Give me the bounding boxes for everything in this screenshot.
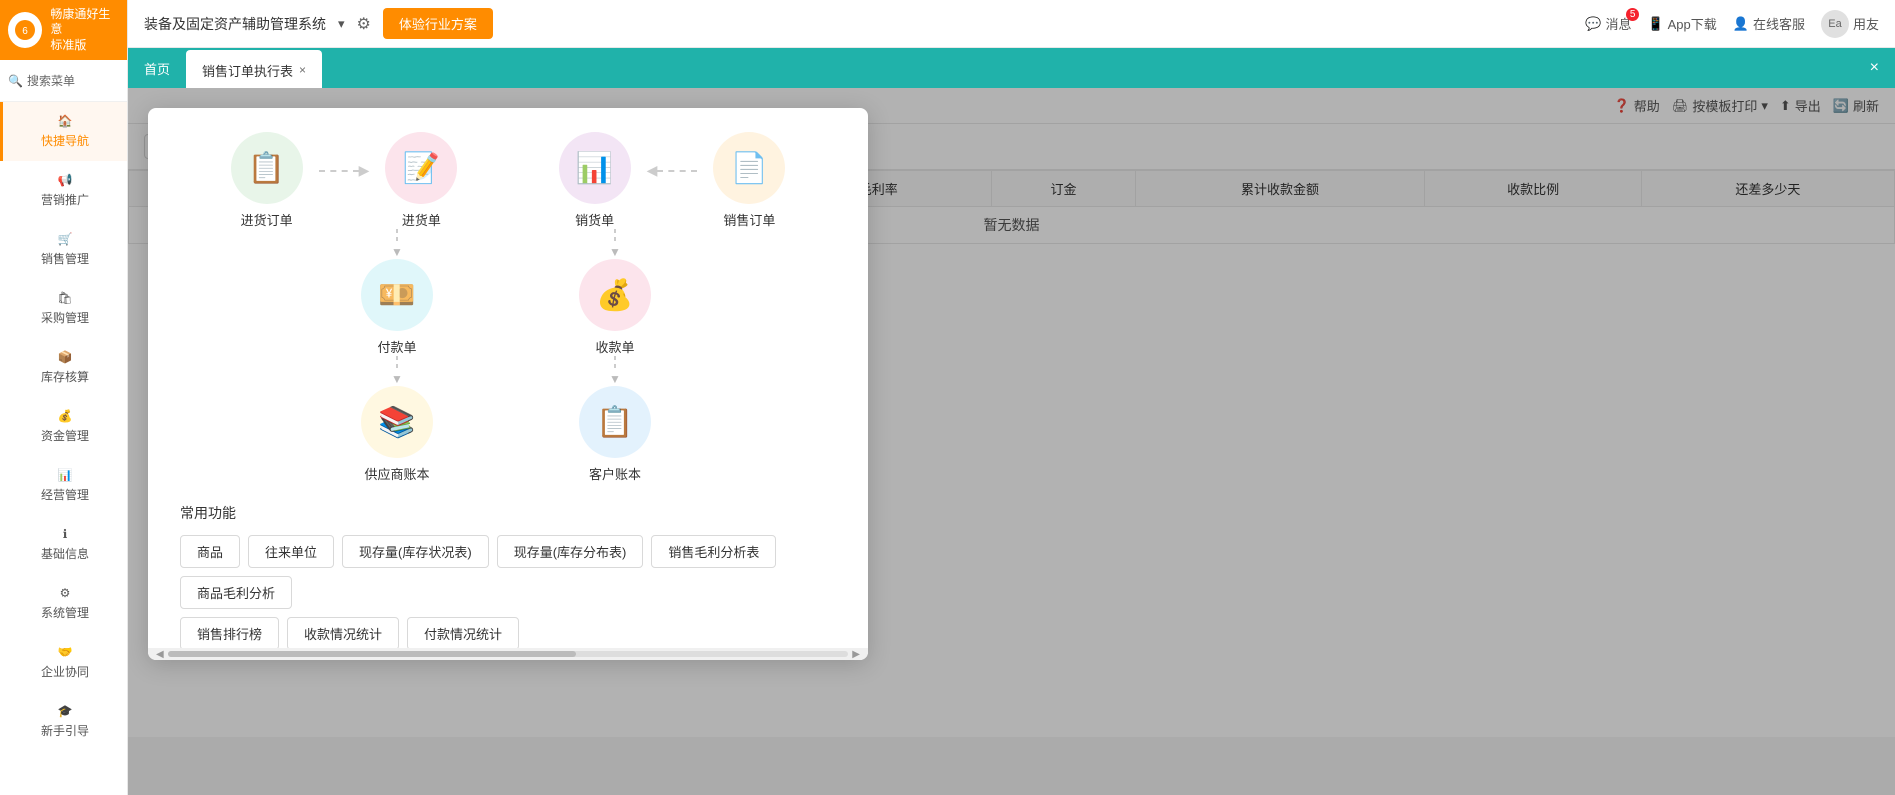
message-icon: 💬	[1585, 16, 1601, 32]
home-icon: 🏠	[58, 114, 73, 128]
func-btn-product-gross[interactable]: 商品毛利分析	[180, 576, 292, 609]
system-title: 装备及固定资产辅助管理系统	[144, 14, 326, 34]
receipt-label: 收款单	[595, 337, 634, 356]
system-dropdown[interactable]: ▾	[338, 16, 345, 32]
common-functions: 常用功能 商品 往来单位 现存量(库存状况表) 现存量(库存分布表) 销售毛利分…	[180, 503, 836, 648]
gear-button[interactable]: ⚙	[357, 14, 371, 34]
sidebar-search[interactable]: 🔍 搜索菜单	[0, 60, 127, 102]
system-icon: ⚙	[60, 586, 71, 600]
user-avatar-btn[interactable]: Ea 用友	[1821, 10, 1879, 38]
scrollbar-thumb[interactable]	[168, 651, 576, 657]
modal-overlay[interactable]: 📋 进货订单 ▶	[128, 88, 1895, 795]
tab-bar: 首页 销售订单执行表 × ×	[128, 48, 1895, 88]
payment-icon: 💴	[378, 278, 415, 313]
dropdown-icon: ▾	[338, 16, 345, 32]
top-header: 装备及固定资产辅助管理系统 ▾ ⚙ 体验行业方案 💬 消息 5 📱 App下载 …	[128, 0, 1895, 48]
flow-item-sales-order[interactable]: 📄 销售订单	[713, 132, 785, 229]
sidebar-nav: 🏠 快捷导航 📢 营销推广 🛒 销售管理 🛍 采购管理 📦 库存核算 💰	[0, 102, 127, 795]
sidebar-item-quick-nav[interactable]: 🏠 快捷导航	[0, 102, 127, 161]
content-area: ❓ 帮助 🖨 按模板打印 ▾ ⬆ 导出 🔄 刷新	[128, 88, 1895, 795]
purchase-receipt-icon: 📝	[403, 151, 440, 186]
customer-ledger-label: 客户账本	[589, 464, 641, 483]
func-btn-stock-dist[interactable]: 现存量(库存分布表)	[497, 535, 644, 568]
service-icon: 👤	[1733, 16, 1749, 32]
purchase-receipt-label: 进货单	[402, 210, 441, 229]
sidebar-item-purchase[interactable]: 🛍 采购管理	[0, 279, 127, 338]
func-btn-stock-status[interactable]: 现存量(库存状况表)	[342, 535, 489, 568]
box-icon: 📦	[58, 350, 73, 364]
flow-item-sales-receipt[interactable]: 📊 销货单	[559, 132, 631, 229]
sidebar-item-sales[interactable]: 🛒 销售管理	[0, 220, 127, 279]
sidebar: 6 畅康通好生意 标准版 🔍 搜索菜单 🏠 快捷导航 📢 营销推广 �	[0, 0, 128, 795]
receipt-icon: 💰	[596, 278, 633, 313]
tab-close-icon[interactable]: ×	[299, 63, 306, 77]
tab-sales-order[interactable]: 销售订单执行表 ×	[186, 50, 322, 90]
func-btn-receipt-stats[interactable]: 收款情况统计	[287, 617, 399, 648]
cart-icon: 🛒	[58, 232, 73, 246]
money-icon: 💰	[58, 409, 73, 423]
func-buttons-row1: 商品 往来单位 现存量(库存状况表) 现存量(库存分布表) 销售毛利分析表 商品…	[180, 535, 836, 609]
main-content: 装备及固定资产辅助管理系统 ▾ ⚙ 体验行业方案 💬 消息 5 📱 App下载 …	[128, 0, 1895, 795]
tab-bar-close-btn[interactable]: ×	[1870, 59, 1879, 77]
func-btn-contacts[interactable]: 往来单位	[248, 535, 334, 568]
trial-button[interactable]: 体验行业方案	[383, 8, 493, 39]
scrollbar-track[interactable]	[168, 651, 849, 657]
sidebar-item-basic-info[interactable]: ℹ 基础信息	[0, 515, 127, 574]
sidebar-logo: 6 畅康通好生意 标准版	[0, 0, 127, 60]
flow-item-purchase-receipt[interactable]: 📝 进货单	[385, 132, 457, 229]
sidebar-item-system[interactable]: ⚙ 系统管理	[0, 574, 127, 633]
collab-icon: 🤝	[58, 645, 73, 659]
flow-item-customer-ledger[interactable]: 📋 客户账本	[579, 386, 651, 483]
purchase-order-icon: 📋	[248, 151, 285, 186]
supplier-ledger-icon: 📚	[378, 405, 415, 440]
svg-text:6: 6	[22, 26, 28, 37]
common-functions-title: 常用功能	[180, 503, 836, 523]
func-btn-product[interactable]: 商品	[180, 535, 240, 568]
payment-label: 付款单	[377, 337, 416, 356]
flow-item-payment[interactable]: 💴 付款单	[361, 259, 433, 356]
supplier-ledger-label: 供应商账本	[364, 464, 429, 483]
avatar: Ea	[1821, 10, 1849, 38]
flow-item-purchase-order[interactable]: 📋 进货订单	[231, 132, 303, 229]
sales-order-label: 销售订单	[723, 210, 775, 229]
customer-ledger-icon: 📋	[596, 405, 633, 440]
sidebar-item-operations[interactable]: 📊 经营管理	[0, 456, 127, 515]
flow-item-supplier-ledger[interactable]: 📚 供应商账本	[361, 386, 433, 483]
message-badge: 5	[1626, 8, 1640, 21]
scroll-right-arrow[interactable]: ▶	[848, 649, 864, 660]
search-menu-btn[interactable]: 🔍 搜索菜单	[8, 68, 119, 93]
modal-box: 📋 进货订单 ▶	[148, 108, 868, 660]
func-buttons-row2: 销售排行榜 收款情况统计 付款情况统计	[180, 617, 836, 648]
sales-order-icon: 📄	[731, 151, 768, 186]
app-download-btn[interactable]: 📱 App下载	[1647, 14, 1716, 33]
sales-receipt-icon: 📊	[576, 151, 613, 186]
modal-scrollbar: ◀ ▶	[148, 648, 868, 660]
guide-icon: 🎓	[58, 704, 73, 718]
header-actions: 💬 消息 5 📱 App下载 👤 在线客服 Ea 用友	[1585, 10, 1879, 38]
download-icon: 📱	[1647, 16, 1663, 32]
tab-home[interactable]: 首页	[128, 48, 186, 88]
chart-icon: 📊	[58, 468, 73, 482]
sidebar-item-marketing[interactable]: 📢 营销推广	[0, 161, 127, 220]
sales-receipt-label: 销货单	[575, 210, 614, 229]
sidebar-item-inventory[interactable]: 📦 库存核算	[0, 338, 127, 397]
scroll-left-arrow[interactable]: ◀	[152, 649, 168, 660]
func-btn-payment-stats[interactable]: 付款情况统计	[407, 617, 519, 648]
bag-icon: 🛍	[57, 291, 72, 305]
search-icon: 🔍	[8, 74, 23, 88]
func-btn-sales-ranking[interactable]: 销售排行榜	[180, 617, 279, 648]
logo-text: 畅康通好生意 标准版	[50, 7, 119, 54]
func-btn-sales-gross[interactable]: 销售毛利分析表	[651, 535, 776, 568]
sidebar-item-finance[interactable]: 💰 资金管理	[0, 397, 127, 456]
modal-content: 📋 进货订单 ▶	[148, 108, 868, 648]
online-service-btn[interactable]: 👤 在线客服	[1733, 14, 1805, 33]
message-btn[interactable]: 💬 消息 5	[1585, 14, 1631, 33]
megaphone-icon: 📢	[58, 173, 73, 187]
info-icon: ℹ	[63, 527, 68, 541]
flow-item-receipt[interactable]: 💰 收款单	[579, 259, 651, 356]
purchase-order-label: 进货订单	[241, 210, 293, 229]
sidebar-item-guide[interactable]: 🎓 新手引导	[0, 692, 127, 751]
sidebar-item-collab[interactable]: 🤝 企业协同	[0, 633, 127, 692]
logo-icon: 6	[8, 12, 42, 48]
